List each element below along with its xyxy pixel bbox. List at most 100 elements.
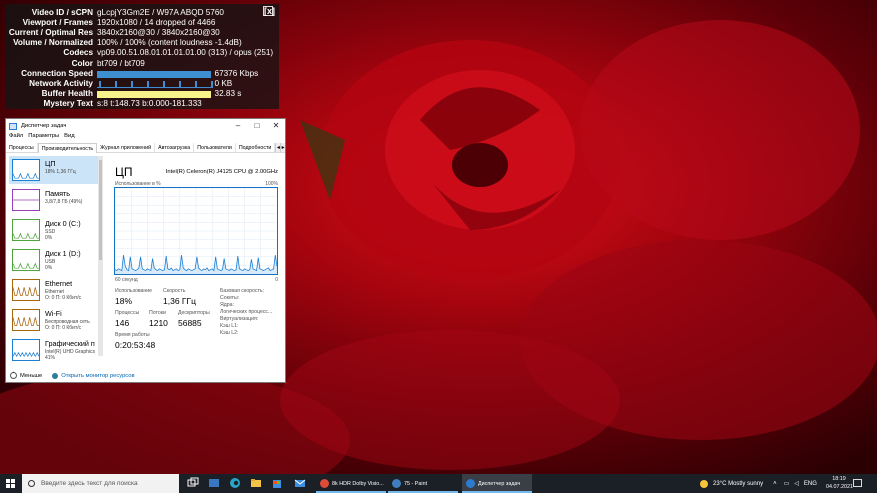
right-label: Базовая скорость: xyxy=(220,288,264,294)
stats-row: Mystery Text s:8 t:148.73 b:0.000-181.333 xyxy=(5,99,279,109)
sidebar-scrollbar[interactable] xyxy=(98,156,103,356)
stats-key: Current / Optimal Res xyxy=(8,28,93,38)
app-icon xyxy=(466,479,475,488)
stats-row: Connection Speed 67376 Kbps xyxy=(5,69,279,79)
tab[interactable]: Производительность xyxy=(37,143,98,153)
stats-value: vp09.00.51.08.01.01.01.01.00 (313) / opu… xyxy=(97,48,274,58)
app-label: Диспетчер задач xyxy=(478,480,521,487)
sidebar-item[interactable]: Память 3,8/7,8 ГБ (49%) xyxy=(9,186,99,214)
mail-icon[interactable] xyxy=(294,477,306,489)
task-manager-titlebar[interactable]: Диспетчер задач – □ ✕ xyxy=(6,119,285,133)
task-view-icon[interactable] xyxy=(187,477,199,489)
stats-bar xyxy=(97,90,211,98)
tab-scroll-right-icon[interactable]: ▸ xyxy=(280,143,285,152)
sidebar-item-line1: 3,8/7,8 ГБ (49%) xyxy=(45,199,83,205)
resource-monitor-icon xyxy=(52,372,59,379)
zero-label: 0 xyxy=(275,277,278,283)
window-title: Диспетчер задач xyxy=(21,123,67,129)
right-label: Виртуализация: xyxy=(220,316,259,322)
performance-sidebar: ЦП 18% 1,36 ГГц Память 3,8/7,8 ГБ (49%) Диск… xyxy=(9,156,99,362)
close-icon[interactable]: ✕ xyxy=(269,121,283,131)
open-resource-monitor-link[interactable]: Открыть монитор ресурсов xyxy=(61,373,134,379)
uptime-value: 0:20:53:48 xyxy=(115,340,156,350)
network-tick xyxy=(163,80,165,88)
network-tick xyxy=(131,80,133,88)
store-icon[interactable] xyxy=(271,477,283,489)
network-icon[interactable]: ▭ xyxy=(784,480,790,487)
handles-value: 56885 xyxy=(178,318,202,328)
stats-key: Mystery Text xyxy=(43,98,93,108)
maximize-icon[interactable]: □ xyxy=(250,121,264,131)
taskbar-clock[interactable]: 18:19 04.07.2021 xyxy=(826,476,853,491)
app-label: 75 - Paint xyxy=(404,480,428,487)
tab[interactable]: Пользователи xyxy=(194,143,236,153)
stats-value: 3840x2160@30 / 3840x2160@30 xyxy=(97,28,220,38)
language-indicator[interactable]: ENG xyxy=(804,481,817,487)
sidebar-item-name: Диск 1 (D:) xyxy=(45,249,81,258)
sidebar-item[interactable]: Диск 0 (C:) SSD 0% xyxy=(9,216,99,244)
menu-item[interactable]: Файл xyxy=(9,133,23,142)
tab[interactable]: Автозагрузка xyxy=(155,143,195,153)
tray-chevron-icon[interactable]: ˄ xyxy=(773,481,777,487)
clock-date: 04.07.2021 xyxy=(826,483,853,490)
stats-row: Buffer Health 32.83 s xyxy=(5,89,279,99)
proc-value: 146 xyxy=(115,318,130,328)
taskbar: Введите здесь текст для поиска 23°C Most… xyxy=(0,474,877,493)
sidebar-item-name: Диск 0 (C:) xyxy=(45,219,81,228)
speed-title: Скорость xyxy=(163,288,186,294)
uptime-title: Время работы xyxy=(115,332,150,338)
sidebar-item[interactable]: Графический п Intel(R) UHD Graphics 41% xyxy=(9,336,99,362)
util-title: Использование xyxy=(115,288,153,294)
sidebar-item-line2: 0% xyxy=(45,265,53,271)
menu-bar: Файл Параметры Вид xyxy=(6,133,75,142)
sidebar-item-name: Память xyxy=(45,189,71,198)
stats-row: Viewport / Frames 1920x1080 / 14 dropped … xyxy=(5,18,279,28)
sidebar-item[interactable]: Ethernet Ethernet О: 0 П: 0 Кбит/с xyxy=(9,276,99,304)
search-icon xyxy=(28,480,35,487)
taskbar-app-button[interactable]: 8k HDR Dolby Visio... xyxy=(316,474,386,493)
sidebar-item-name: ЦП xyxy=(45,159,56,168)
weather-text[interactable]: 23°C Mostly sunny xyxy=(713,481,763,487)
stats-row: Current / Optimal Res 3840x2160@30 / 3840… xyxy=(5,28,279,38)
notifications-icon[interactable] xyxy=(853,479,862,487)
time-span-label: 60 секунд xyxy=(115,277,138,283)
sidebar-item[interactable]: ЦП 18% 1,36 ГГц xyxy=(9,156,99,184)
fewer-details-link[interactable]: Меньше xyxy=(20,373,42,379)
stats-key: Network Activity xyxy=(29,78,93,88)
tab[interactable]: Процессы xyxy=(6,143,38,153)
edge-browser-icon[interactable] xyxy=(229,477,241,489)
menu-item[interactable]: Параметры xyxy=(28,133,59,142)
taskbar-search-box[interactable]: Введите здесь текст для поиска xyxy=(22,474,179,493)
cpu-model: Intel(R) Celeron(R) J4125 CPU @ 2.00GHz xyxy=(165,169,278,175)
taskbar-app-button[interactable]: Диспетчер задач xyxy=(462,474,532,493)
cpu-usage-graph xyxy=(114,187,278,275)
stats-value: 32.83 s xyxy=(214,88,242,98)
proc-title: Процессы xyxy=(115,310,140,316)
windows-start-icon[interactable] xyxy=(0,474,22,493)
scrollbar-thumb[interactable] xyxy=(99,160,102,260)
volume-icon[interactable]: ◁ xyxy=(794,480,799,487)
stats-key: Viewport / Frames xyxy=(22,18,93,28)
stats-value: 1920x1080 / 14 dropped of 4466 xyxy=(97,18,216,28)
weather-icon[interactable] xyxy=(700,479,708,488)
menu-item[interactable]: Вид xyxy=(64,133,75,142)
taskbar-app-button[interactable]: 75 - Paint xyxy=(388,474,458,493)
sidebar-item-name: Графический п xyxy=(45,339,95,348)
stats-row: Network Activity 0 KB xyxy=(5,79,279,89)
chevron-up-icon[interactable]: ˆ xyxy=(10,372,17,379)
widgets-icon[interactable] xyxy=(208,477,220,489)
util-value: 18% xyxy=(115,296,133,306)
file-explorer-icon[interactable] xyxy=(250,477,262,489)
sidebar-item[interactable]: Wi-Fi Беспроводная сеть О: 0 П: 0 Кбит/с xyxy=(9,306,99,334)
tab[interactable]: Журнал приложений xyxy=(97,143,156,153)
tab[interactable]: Подробности xyxy=(236,143,276,153)
sidebar-item[interactable]: Диск 1 (D:) USB 0% xyxy=(9,246,99,274)
task-manager-icon xyxy=(9,122,17,130)
task-manager-window[interactable]: Диспетчер задач – □ ✕ Файл Параметры Вид П… xyxy=(5,118,286,383)
sidebar-thumbnail-graph xyxy=(12,159,40,181)
right-label: Логических процесс... xyxy=(220,309,273,315)
stats-key: Color xyxy=(71,58,93,68)
stats-value: s:8 t:148.73 b:0.000-181.333 xyxy=(97,98,202,108)
right-label: Ядра: xyxy=(220,302,234,308)
minimize-icon[interactable]: – xyxy=(231,121,245,131)
